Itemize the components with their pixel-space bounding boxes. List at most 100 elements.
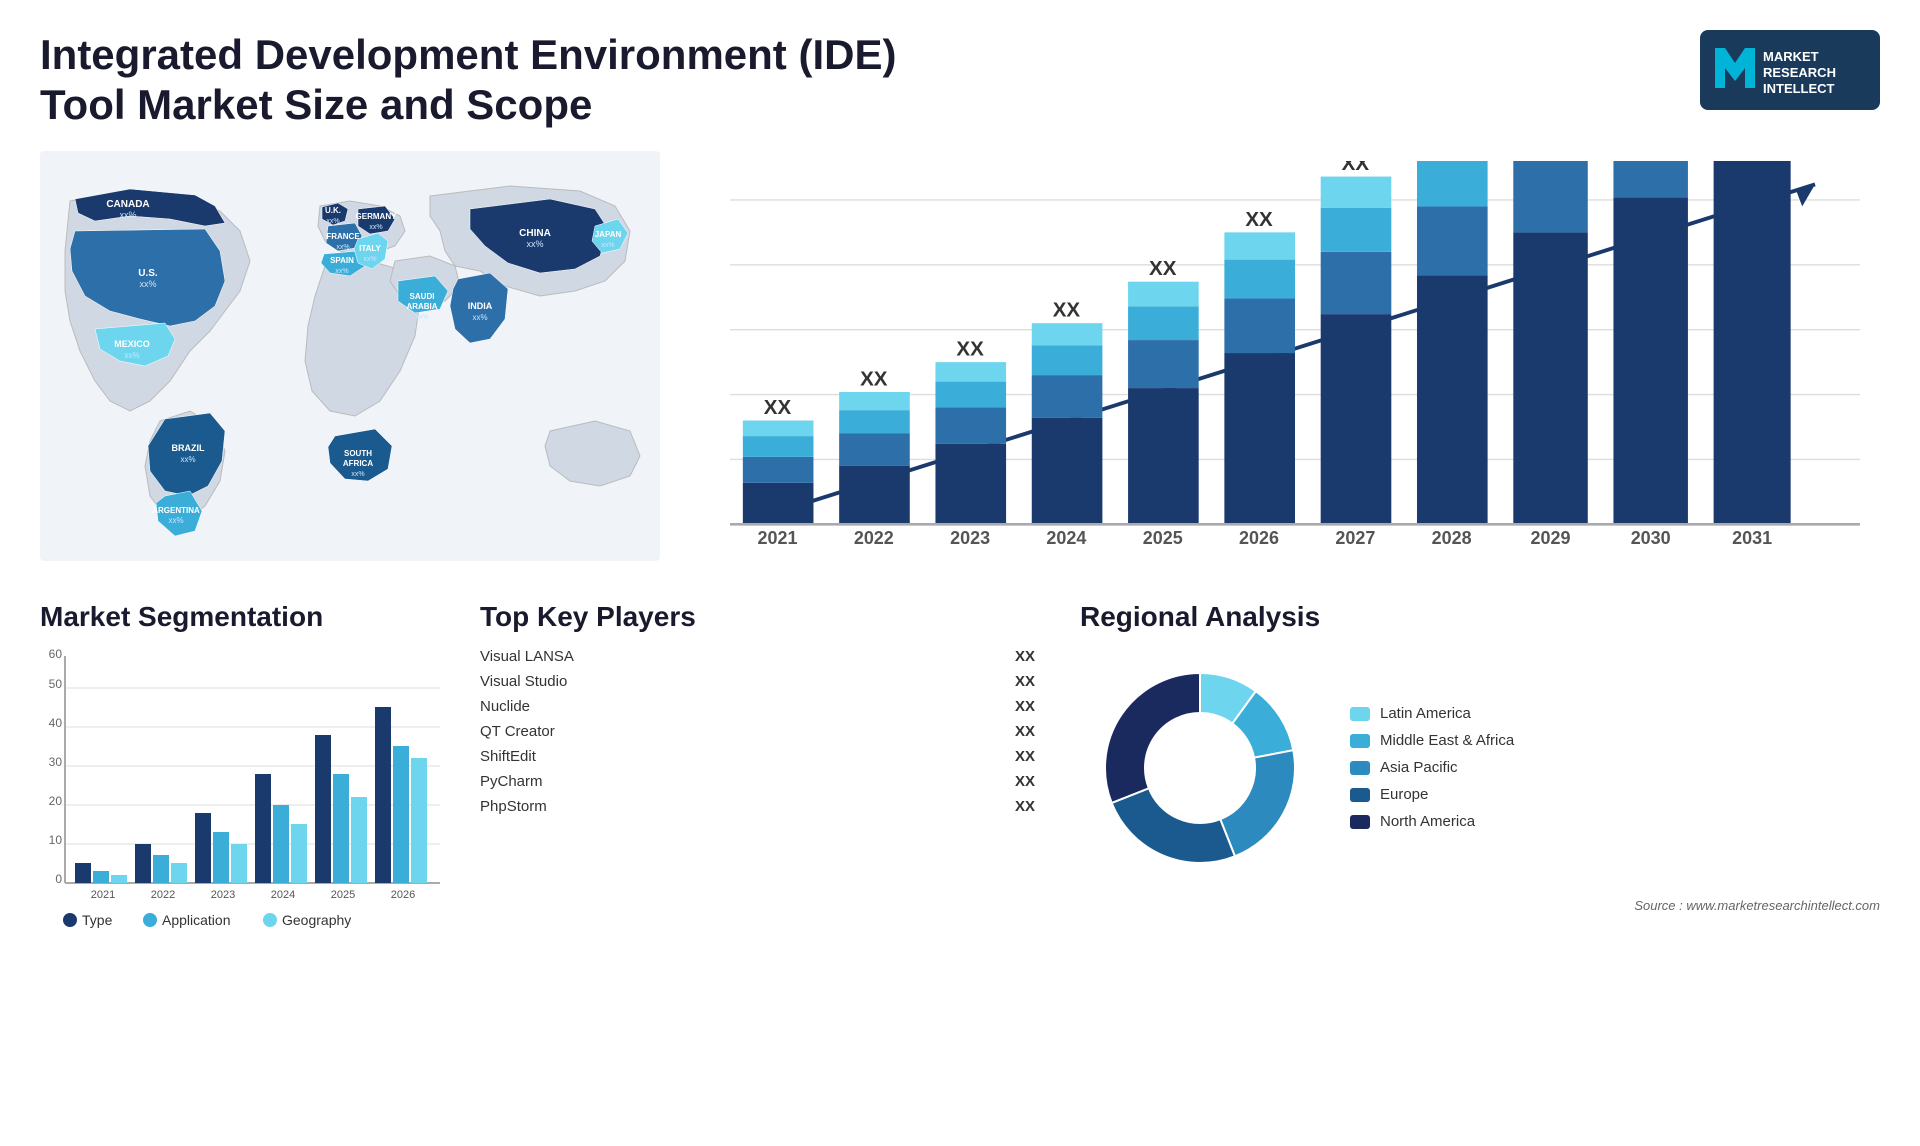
svg-text:XX: XX [860,367,888,390]
regional-legend-label: Asia Pacific [1380,759,1458,776]
logo-box: MARKET RESEARCH INTELLECT [1700,30,1880,110]
player-row: PhpStorm XX [480,798,1060,815]
svg-text:Application: Application [162,912,231,928]
svg-text:ARGENTINA: ARGENTINA [152,506,200,515]
svg-text:xx%: xx% [369,224,382,231]
page-container: Integrated Development Environment (IDE)… [0,0,1920,1146]
svg-text:2024: 2024 [1046,527,1086,547]
svg-text:XX: XX [956,337,984,360]
regional-legend-label: Europe [1380,786,1428,803]
svg-text:xx%: xx% [472,313,487,322]
svg-text:XX: XX [764,396,792,419]
svg-text:xx%: xx% [336,244,349,251]
svg-text:2026: 2026 [391,889,415,901]
svg-text:20: 20 [49,794,63,808]
svg-text:MEXICO: MEXICO [114,339,150,349]
player-name: ShiftEdit [480,748,590,765]
regional-legend-color [1350,707,1370,721]
svg-text:xx%: xx% [139,279,156,289]
svg-text:INDIA: INDIA [468,301,493,311]
svg-text:Type: Type [82,912,113,928]
svg-text:SOUTH: SOUTH [344,449,372,458]
svg-text:xx%: xx% [326,218,339,225]
player-name: PhpStorm [480,798,590,815]
svg-text:2025: 2025 [331,889,355,901]
svg-text:2029: 2029 [1531,527,1571,547]
svg-text:40: 40 [49,716,63,730]
svg-text:xx%: xx% [351,471,364,478]
svg-text:XX: XX [1245,208,1273,231]
svg-text:xx%: xx% [601,242,614,249]
svg-text:XX: XX [1342,161,1370,175]
svg-text:xx%: xx% [363,256,376,263]
svg-text:ITALY: ITALY [359,244,381,253]
svg-text:30: 30 [49,755,63,769]
svg-text:XX: XX [1053,298,1081,321]
player-row: QT Creator XX [480,723,1060,740]
svg-text:xx%: xx% [415,314,428,321]
svg-text:U.K.: U.K. [325,206,341,215]
svg-text:2026: 2026 [1239,527,1279,547]
svg-text:Geography: Geography [282,912,351,928]
svg-text:2023: 2023 [950,527,990,547]
player-row: NuclideXX [480,698,1060,715]
player-xx-label: XX [1015,798,1035,815]
svg-text:2023: 2023 [211,889,235,901]
header: Integrated Development Environment (IDE)… [40,30,1880,131]
svg-text:XX: XX [1149,257,1177,280]
svg-text:INTELLECT: INTELLECT [1763,81,1835,96]
regional-legend-label: Latin America [1380,705,1471,722]
svg-text:2022: 2022 [854,527,894,547]
svg-text:xx%: xx% [119,210,136,220]
player-xx-label: XX [1015,698,1035,715]
regional-legend-color [1350,815,1370,829]
regional-legend-color [1350,788,1370,802]
svg-text:SPAIN: SPAIN [330,256,354,265]
page-title: Integrated Development Environment (IDE)… [40,30,940,131]
player-name: PyCharm [480,773,590,790]
player-xx-label: XX [1015,748,1035,765]
player-row: PyCharm XX [480,773,1060,790]
svg-text:xx%: xx% [335,268,348,275]
regional-legend-item: Middle East & Africa [1350,732,1514,749]
regional-legend-color [1350,734,1370,748]
svg-text:GERMANY: GERMANY [356,212,398,221]
svg-text:2028: 2028 [1432,527,1472,547]
svg-text:50: 50 [49,677,63,691]
svg-text:ARABIA: ARABIA [406,302,437,311]
svg-text:2024: 2024 [271,889,295,901]
player-name: QT Creator [480,723,590,740]
bar-chart-svg: XX 2021 XX 2022 [730,161,1860,641]
regional-legend-item: Asia Pacific [1350,759,1514,776]
svg-text:2031: 2031 [1732,527,1772,547]
svg-text:2021: 2021 [91,889,115,901]
svg-text:RESEARCH: RESEARCH [1763,65,1836,80]
svg-text:MARKET: MARKET [1763,49,1819,64]
regional-legend-color [1350,761,1370,775]
svg-text:AFRICA: AFRICA [343,459,373,468]
segmentation-chart: 0 10 20 30 40 50 60 [40,648,460,938]
regional-legend-label: North America [1380,813,1475,830]
svg-text:U.S.: U.S. [138,268,158,279]
donut-container: Latin America Middle East & Africa Asia Pa… [1080,648,1880,888]
player-xx-label: XX [1015,723,1035,740]
svg-text:BRAZIL: BRAZIL [172,443,205,453]
svg-text:2025: 2025 [1143,527,1183,547]
svg-text:JAPAN: JAPAN [595,230,622,239]
svg-text:FRANCE: FRANCE [326,232,360,241]
player-row: ShiftEdit XX [480,748,1060,765]
svg-text:xx%: xx% [526,239,543,249]
chart-section: XX 2021 XX 2022 [700,151,1880,571]
regional-legend-item: Europe [1350,786,1514,803]
svg-text:2030: 2030 [1631,527,1671,547]
player-name: Visual LANSA [480,648,590,665]
regional-legend-item: North America [1350,813,1514,830]
svg-text:CHINA: CHINA [519,228,551,239]
svg-text:xx%: xx% [168,516,183,525]
world-map: CANADA xx% U.S. xx% MEXICO xx% BRAZIL xx… [40,151,660,561]
svg-text:60: 60 [49,648,63,661]
regional-legend-item: Latin America [1350,705,1514,722]
svg-text:2022: 2022 [151,889,175,901]
segmentation-section: Market Segmentation 0 10 20 30 40 50 60 [40,601,460,943]
player-xx-label: XX [1015,773,1035,790]
